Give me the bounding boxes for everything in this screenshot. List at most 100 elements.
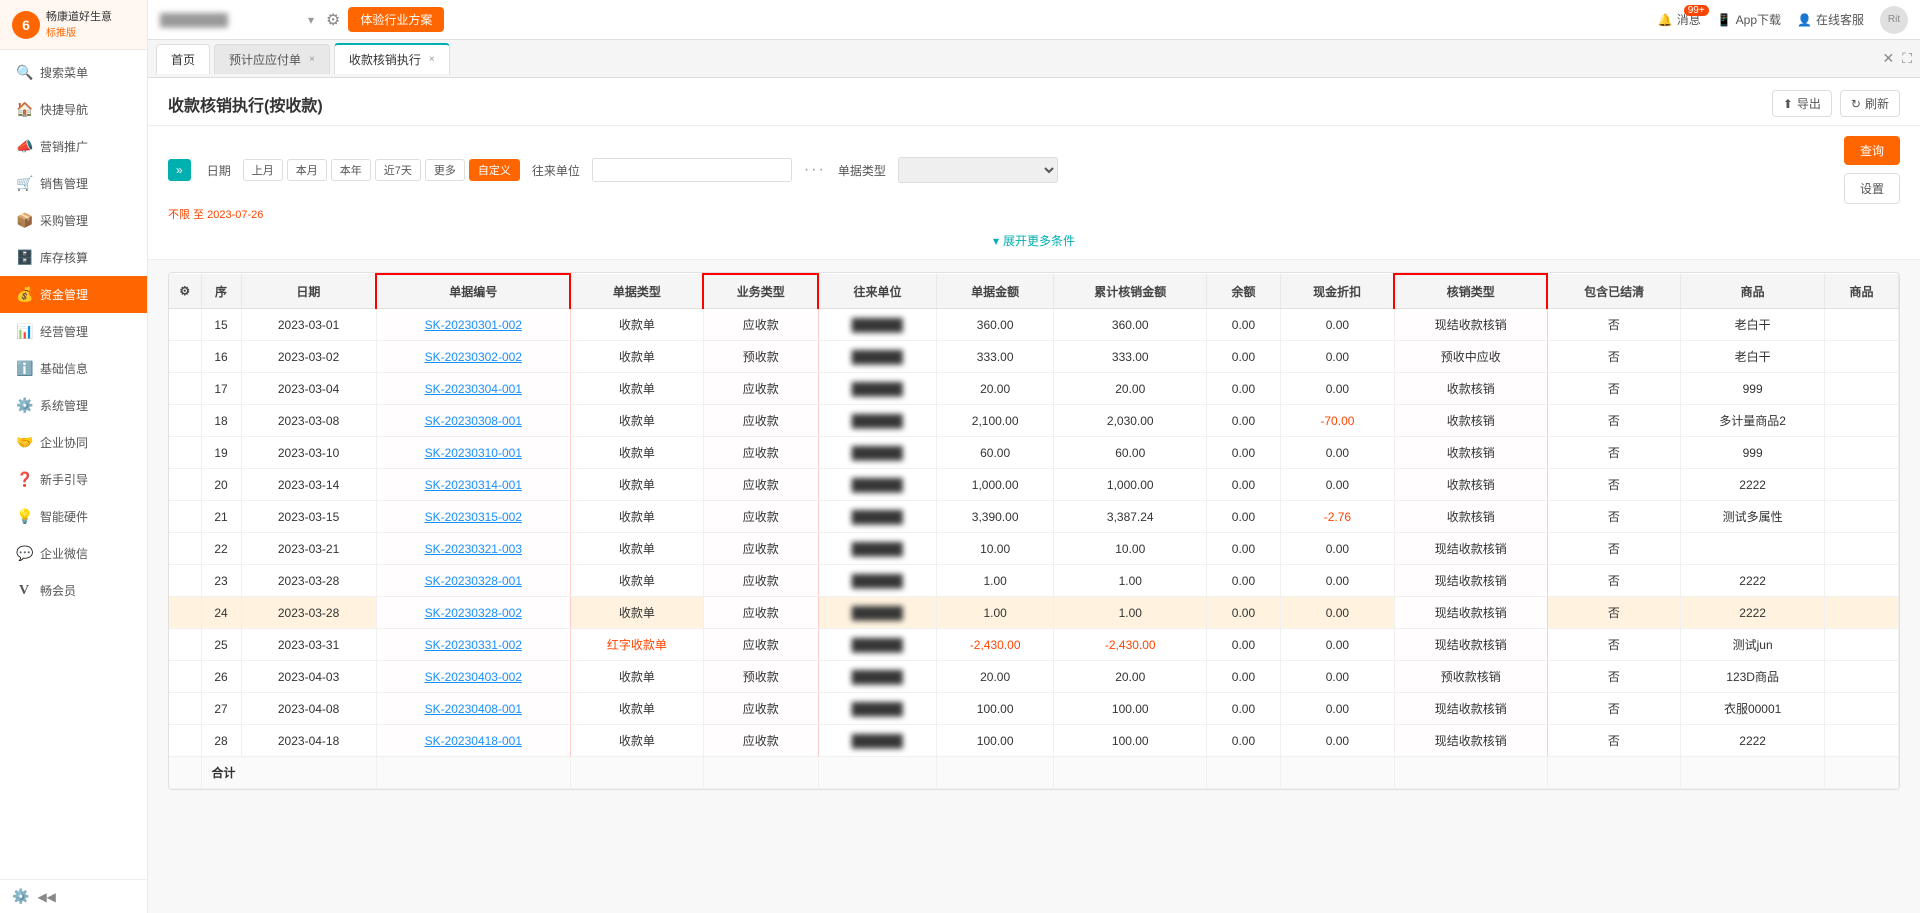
tab-collect[interactable]: 收款核销执行 ×	[334, 43, 450, 74]
doc-no-link[interactable]: SK-20230304-001	[425, 382, 522, 396]
cell-doc-no[interactable]: SK-20230308-001	[376, 405, 570, 437]
collapse-icon[interactable]: ◀◀	[37, 890, 55, 904]
doc-no-link[interactable]: SK-20230302-002	[425, 350, 522, 364]
cell-doc-no[interactable]: SK-20230328-001	[376, 565, 570, 597]
date-btn-last-month[interactable]: 上月	[243, 159, 283, 181]
doc-no-link[interactable]: SK-20230328-001	[425, 574, 522, 588]
cell-settings	[169, 309, 201, 341]
doc-no-link[interactable]: SK-20230310-001	[425, 446, 522, 460]
cell-goods: 老白干	[1681, 341, 1825, 373]
messages-button[interactable]: 🔔 消息 99+	[1658, 11, 1701, 28]
expand-conditions[interactable]: ▾ 展开更多条件	[993, 232, 1075, 249]
table-scroll[interactable]: ⚙ 序 日期 单据编号 单据类型 业务类型 往来单位 单据金额 累计核销金额	[169, 273, 1899, 789]
doc-no-link[interactable]: SK-20230418-001	[425, 734, 522, 748]
cell-doc-no[interactable]: SK-20230302-002	[376, 341, 570, 373]
close-all-icon[interactable]: ✕	[1882, 50, 1894, 67]
sidebar-item-operation[interactable]: 📊 经营管理	[0, 313, 147, 350]
cell-settings	[169, 565, 201, 597]
doc-no-link[interactable]: SK-20230308-001	[425, 414, 522, 428]
cell-doc-no[interactable]: SK-20230408-001	[376, 693, 570, 725]
cell-doc-no[interactable]: SK-20230315-002	[376, 501, 570, 533]
cell-doc-no[interactable]: SK-20230328-002	[376, 597, 570, 629]
topbar-dropdown-arrow[interactable]: ▾	[308, 13, 314, 27]
cell-doc-no[interactable]: SK-20230304-001	[376, 373, 570, 405]
cell-goods2	[1825, 693, 1899, 725]
date-btn-more[interactable]: 更多	[425, 159, 465, 181]
counterpart-input[interactable]	[592, 158, 792, 182]
cell-doc-no[interactable]: SK-20230314-001	[376, 469, 570, 501]
cell-goods: 999	[1681, 437, 1825, 469]
solution-button[interactable]: 体验行业方案	[348, 7, 444, 32]
date-btn-7days[interactable]: 近7天	[375, 159, 421, 181]
tab-prepay-close[interactable]: ×	[309, 54, 315, 65]
export-button[interactable]: ⬆ 导出	[1772, 90, 1832, 117]
date-btn-this-month[interactable]: 本月	[287, 159, 327, 181]
cell-doc-no[interactable]: SK-20230403-002	[376, 661, 570, 693]
sidebar-item-finance[interactable]: 💰 资金管理	[0, 276, 147, 313]
tab-collect-close[interactable]: ×	[429, 54, 435, 65]
member-icon: V	[16, 583, 32, 599]
doc-no-link[interactable]: SK-20230321-003	[425, 542, 522, 556]
sidebar-item-basic[interactable]: ℹ️ 基础信息	[0, 350, 147, 387]
sidebar-item-sales[interactable]: 🛒 销售管理	[0, 165, 147, 202]
sidebar-item-member[interactable]: V 畅会员	[0, 572, 147, 609]
main-table: ⚙ 序 日期 单据编号 单据类型 业务类型 往来单位 单据金额 累计核销金额	[169, 273, 1899, 789]
doc-no-link[interactable]: SK-20230314-001	[425, 478, 522, 492]
app-download-button[interactable]: 📱 App下载	[1717, 11, 1781, 28]
doc-no-link[interactable]: SK-20230331-002	[425, 638, 522, 652]
doc-no-link[interactable]: SK-20230301-002	[425, 318, 522, 332]
sidebar-item-corp[interactable]: 🤝 企业协同	[0, 424, 147, 461]
sidebar-item-quick[interactable]: 🏠 快捷导航	[0, 91, 147, 128]
sidebar-item-guide[interactable]: ❓ 新手引导	[0, 461, 147, 498]
tab-prepay[interactable]: 预计应应付单 ×	[214, 44, 330, 74]
date-btn-custom[interactable]: 自定义	[469, 159, 520, 181]
logo-version: 标推版	[46, 24, 112, 39]
receipt-type-select[interactable]	[898, 157, 1058, 183]
cell-amount: 1.00	[936, 597, 1054, 629]
refresh-button[interactable]: ↻ 刷新	[1840, 90, 1900, 117]
cell-doc-no[interactable]: SK-20230321-003	[376, 533, 570, 565]
cell-verify-type: 收款核销	[1394, 501, 1547, 533]
settings-icon[interactable]: ⚙️	[12, 888, 29, 905]
cell-settings	[169, 501, 201, 533]
filter-setting-button[interactable]: 设置	[1844, 173, 1900, 204]
sidebar-item-label: 快捷导航	[40, 101, 88, 118]
sidebar-item-marketing[interactable]: 📣 营销推广	[0, 128, 147, 165]
filter-expand-btn[interactable]: »	[168, 159, 191, 181]
doc-no-link[interactable]: SK-20230403-002	[425, 670, 522, 684]
column-settings-icon[interactable]: ⚙	[179, 284, 190, 298]
cell-goods2	[1825, 725, 1899, 757]
sidebar-item-purchase[interactable]: 📦 采购管理	[0, 202, 147, 239]
cell-biz-type: 应收款	[703, 693, 818, 725]
sidebar-item-label: 畅会员	[40, 582, 76, 599]
tab-home[interactable]: 首页	[156, 44, 210, 74]
doc-no-link[interactable]: SK-20230408-001	[425, 702, 522, 716]
sidebar-item-inventory[interactable]: 🗄️ 库存核算	[0, 239, 147, 276]
sidebar-item-hardware[interactable]: 💡 智能硬件	[0, 498, 147, 535]
cell-doc-no[interactable]: SK-20230418-001	[376, 725, 570, 757]
blurred-counterpart: ██████	[852, 670, 903, 684]
cell-doc-no[interactable]: SK-20230301-002	[376, 309, 570, 341]
cell-cash-discount: -70.00	[1280, 405, 1394, 437]
th-settings[interactable]: ⚙	[169, 274, 201, 309]
query-button[interactable]: 查询	[1844, 136, 1900, 165]
doc-no-link[interactable]: SK-20230328-002	[425, 606, 522, 620]
avatar[interactable]: Rit	[1880, 6, 1908, 34]
doc-no-link[interactable]: SK-20230315-002	[425, 510, 522, 524]
th-biz-type: 业务类型	[703, 274, 818, 309]
expand-tabs-icon[interactable]: ⛶	[1902, 50, 1912, 67]
sidebar-item-wechat[interactable]: 💬 企业微信	[0, 535, 147, 572]
cell-doc-no[interactable]: SK-20230331-002	[376, 629, 570, 661]
cell-include-settled: 否	[1547, 661, 1681, 693]
online-service-button[interactable]: 👤 在线客服	[1797, 11, 1864, 28]
cell-date: 2023-03-21	[241, 533, 376, 565]
date-btn-this-year[interactable]: 本年	[331, 159, 371, 181]
cell-cash-discount: 0.00	[1280, 629, 1394, 661]
cell-doc-no[interactable]: SK-20230310-001	[376, 437, 570, 469]
th-goods2: 商品	[1825, 274, 1899, 309]
sidebar-item-search[interactable]: 🔍 搜索菜单	[0, 54, 147, 91]
sidebar-item-system[interactable]: ⚙️ 系统管理	[0, 387, 147, 424]
cell-settings	[169, 405, 201, 437]
cell-biz-type: 应收款	[703, 597, 818, 629]
topbar-settings-icon[interactable]: ⚙	[326, 10, 340, 30]
